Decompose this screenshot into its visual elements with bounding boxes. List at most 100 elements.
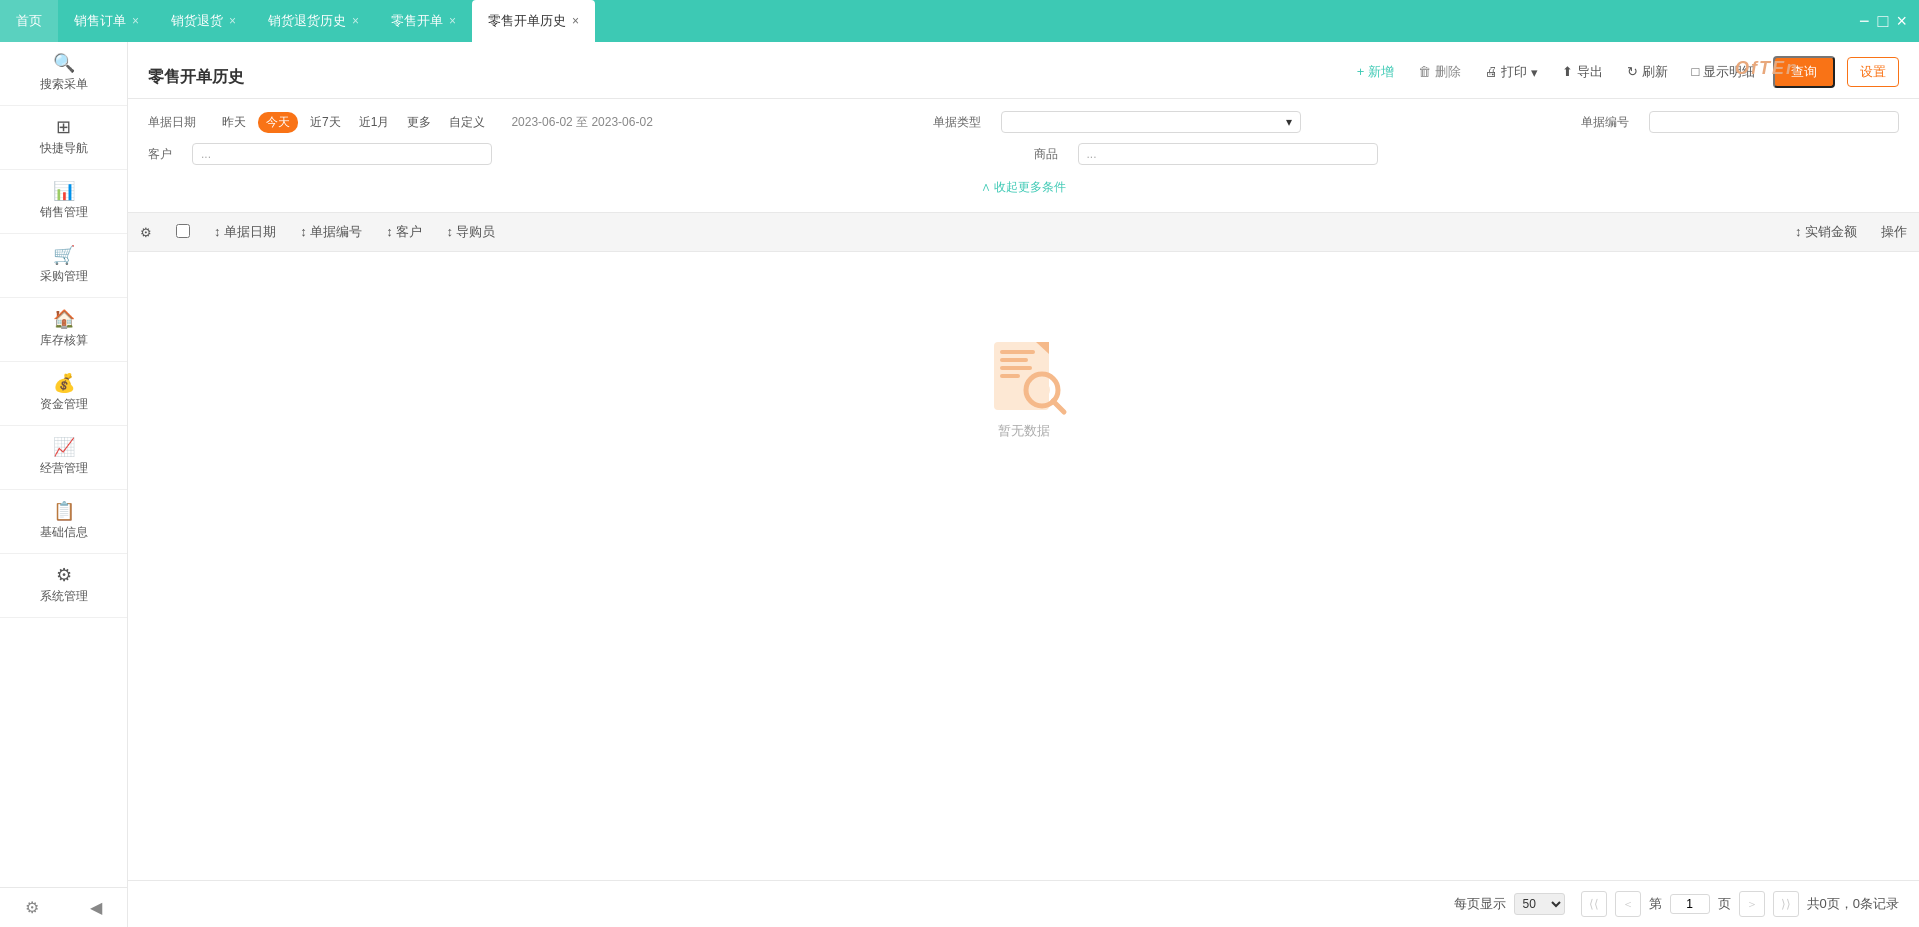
first-page-btn[interactable]: ⟨⟨ (1581, 891, 1607, 917)
sidebar-item-finance[interactable]: 💰 资金管理 (0, 362, 127, 426)
add-button[interactable]: + 新增 (1351, 59, 1400, 85)
tab-close-retail-open-history[interactable]: × (572, 14, 579, 28)
sidebar-item-purchase[interactable]: 🛒 采购管理 (0, 234, 127, 298)
table-area: ⚙ ↕ 单据日期 ↕ 单据编号 ↕ 客户 (128, 213, 1919, 880)
th-guide-label: ↕ 导购员 (446, 224, 495, 239)
gear-icon[interactable]: ⚙ (140, 225, 152, 240)
product-input[interactable]: ... (1078, 143, 1378, 165)
th-gear: ⚙ (128, 213, 164, 252)
tab-close-sales-order[interactable]: × (132, 14, 139, 28)
th-action: 操作 (1869, 213, 1919, 252)
pagination: 每页显示 50 100 200 ⟨⟨ ＜ 第 页 ＞ ⟩⟩ 共0页，0条记录 (128, 880, 1919, 927)
th-customer-label: ↕ 客户 (386, 224, 422, 239)
date-btn-近1月[interactable]: 近1月 (353, 112, 396, 133)
collapse-filter-btn[interactable]: ∧ 收起更多条件 (148, 175, 1899, 200)
delete-button[interactable]: 🗑 删除 (1412, 59, 1467, 85)
sidebar-item-sales[interactable]: 📊 销售管理 (0, 170, 127, 234)
doc-num-label: 单据编号 (1581, 114, 1629, 131)
date-btn-今天[interactable]: 今天 (258, 112, 298, 133)
table-header-row: ⚙ ↕ 单据日期 ↕ 单据编号 ↕ 客户 (128, 213, 1919, 252)
sidebar-label-basic: 基础信息 (40, 524, 88, 541)
tab-close-retail-open[interactable]: × (449, 14, 456, 28)
th-customer: ↕ 客户 (374, 213, 434, 252)
content-area: 零售开单历史 + 新增 🗑 删除 🖨 打印 ▾ ⬆ 导出 ↻ 刷新 □ 显示明细… (128, 42, 1919, 927)
window-controls: − □ × (1847, 11, 1919, 32)
date-range: 2023-06-02 至 2023-06-02 (511, 114, 652, 131)
filter-row-2: 客户 ... 商品 ... (148, 143, 1899, 165)
doc-type-select[interactable]: ▾ (1001, 111, 1301, 133)
svg-rect-2 (1000, 358, 1028, 362)
toolbar: + 新增 🗑 删除 🖨 打印 ▾ ⬆ 导出 ↻ 刷新 □ 显示明细 查询 设置 (1351, 56, 1899, 98)
settings-button[interactable]: 设置 (1847, 57, 1899, 87)
nav-tab-sales-return-history[interactable]: 销货退货历史 × (252, 0, 375, 42)
print-label: 🖨 打印 (1485, 63, 1528, 81)
refresh-button[interactable]: ↻ 刷新 (1621, 59, 1674, 85)
print-arrow: ▾ (1531, 65, 1538, 80)
svg-point-7 (1034, 382, 1050, 398)
date-btn-近7天[interactable]: 近7天 (304, 112, 347, 133)
customer-label: 客户 (148, 146, 172, 163)
tab-close-sales-return-history[interactable]: × (352, 14, 359, 28)
total-info: 共0页，0条记录 (1807, 895, 1899, 913)
sidebar-icon-inventory: 🏠 (53, 310, 75, 328)
sidebar-item-operation[interactable]: 📈 经营管理 (0, 426, 127, 490)
doc-num-input[interactable] (1649, 111, 1899, 133)
tab-close-sales-return[interactable]: × (229, 14, 236, 28)
date-filter-btns: 昨天今天近7天近1月更多自定义 (216, 112, 491, 133)
select-all-checkbox[interactable] (176, 224, 190, 238)
per-page-select[interactable]: 50 100 200 (1514, 893, 1565, 915)
page-input[interactable] (1670, 894, 1710, 914)
window-close-btn[interactable]: × (1896, 11, 1907, 32)
empty-text: 暂无数据 (998, 422, 1050, 440)
svg-rect-3 (1000, 366, 1032, 370)
prev-page-btn[interactable]: ＜ (1615, 891, 1641, 917)
table-body: 暂无数据 (128, 252, 1919, 521)
nav-tab-sales-return[interactable]: 销货退货 × (155, 0, 252, 42)
empty-row: 暂无数据 (128, 252, 1919, 521)
date-btn-更多[interactable]: 更多 (401, 112, 437, 133)
sidebar-item-search[interactable]: 🔍 搜索采单 (0, 42, 127, 106)
sidebar-label-finance: 资金管理 (40, 396, 88, 413)
empty-state: 暂无数据 (128, 252, 1919, 520)
nav-tabs: 首页销售订单 ×销货退货 ×销货退货历史 ×零售开单 ×零售开单历史 × (0, 0, 1847, 42)
sidebar-icon-sales: 📊 (53, 182, 75, 200)
th-docnum-label: ↕ 单据编号 (300, 224, 362, 239)
th-amount-label: ↕ 实销金额 (1795, 224, 1857, 239)
filter-row-1: 单据日期 昨天今天近7天近1月更多自定义 2023-06-02 至 2023-0… (148, 111, 1899, 133)
sidebar-item-system[interactable]: ⚙ 系统管理 (0, 554, 127, 618)
nav-tab-retail-open[interactable]: 零售开单 × (375, 0, 472, 42)
date-btn-自定义[interactable]: 自定义 (443, 112, 491, 133)
date-label: 单据日期 (148, 114, 196, 131)
th-action-label: 操作 (1881, 224, 1907, 239)
svg-rect-4 (1000, 374, 1020, 378)
sidebar-settings-btn[interactable]: ⚙ (25, 898, 39, 917)
sidebar-item-basic[interactable]: 📋 基础信息 (0, 490, 127, 554)
print-button[interactable]: 🖨 打印 ▾ (1479, 59, 1545, 85)
window-min-btn[interactable]: − (1859, 11, 1870, 32)
next-page-btn[interactable]: ＞ (1739, 891, 1765, 917)
top-nav-bar: 首页销售订单 ×销货退货 ×销货退货历史 ×零售开单 ×零售开单历史 × − □… (0, 0, 1919, 42)
sidebar-label-search: 搜索采单 (40, 76, 88, 93)
filter-area: 单据日期 昨天今天近7天近1月更多自定义 2023-06-02 至 2023-0… (128, 99, 1919, 213)
th-spacer (508, 213, 1783, 252)
sidebar-icon-search: 🔍 (53, 54, 75, 72)
sidebar-label-inventory: 库存核算 (40, 332, 88, 349)
last-page-btn[interactable]: ⟩⟩ (1773, 891, 1799, 917)
page-header: 零售开单历史 + 新增 🗑 删除 🖨 打印 ▾ ⬆ 导出 ↻ 刷新 □ 显示明细… (128, 42, 1919, 99)
export-button[interactable]: ⬆ 导出 (1556, 59, 1609, 85)
date-btn-昨天[interactable]: 昨天 (216, 112, 252, 133)
sidebar-collapse-btn[interactable]: ◀ (90, 898, 102, 917)
nav-tab-retail-open-history[interactable]: 零售开单历史 × (472, 0, 595, 42)
sidebar-label-sales: 销售管理 (40, 204, 88, 221)
brand-text: OfTEn (1735, 58, 1799, 79)
window-max-btn[interactable]: □ (1878, 11, 1889, 32)
customer-input[interactable]: ... (192, 143, 492, 165)
table-header: ⚙ ↕ 单据日期 ↕ 单据编号 ↕ 客户 (128, 213, 1919, 252)
nav-tab-home[interactable]: 首页 (0, 0, 58, 42)
sidebar-item-quick-nav[interactable]: ⊞ 快捷导航 (0, 106, 127, 170)
page-title: 零售开单历史 (148, 67, 244, 88)
nav-tab-sales-order[interactable]: 销售订单 × (58, 0, 155, 42)
doc-type-label: 单据类型 (933, 114, 981, 131)
sidebar-item-inventory[interactable]: 🏠 库存核算 (0, 298, 127, 362)
sidebar-icon-quick-nav: ⊞ (56, 118, 71, 136)
